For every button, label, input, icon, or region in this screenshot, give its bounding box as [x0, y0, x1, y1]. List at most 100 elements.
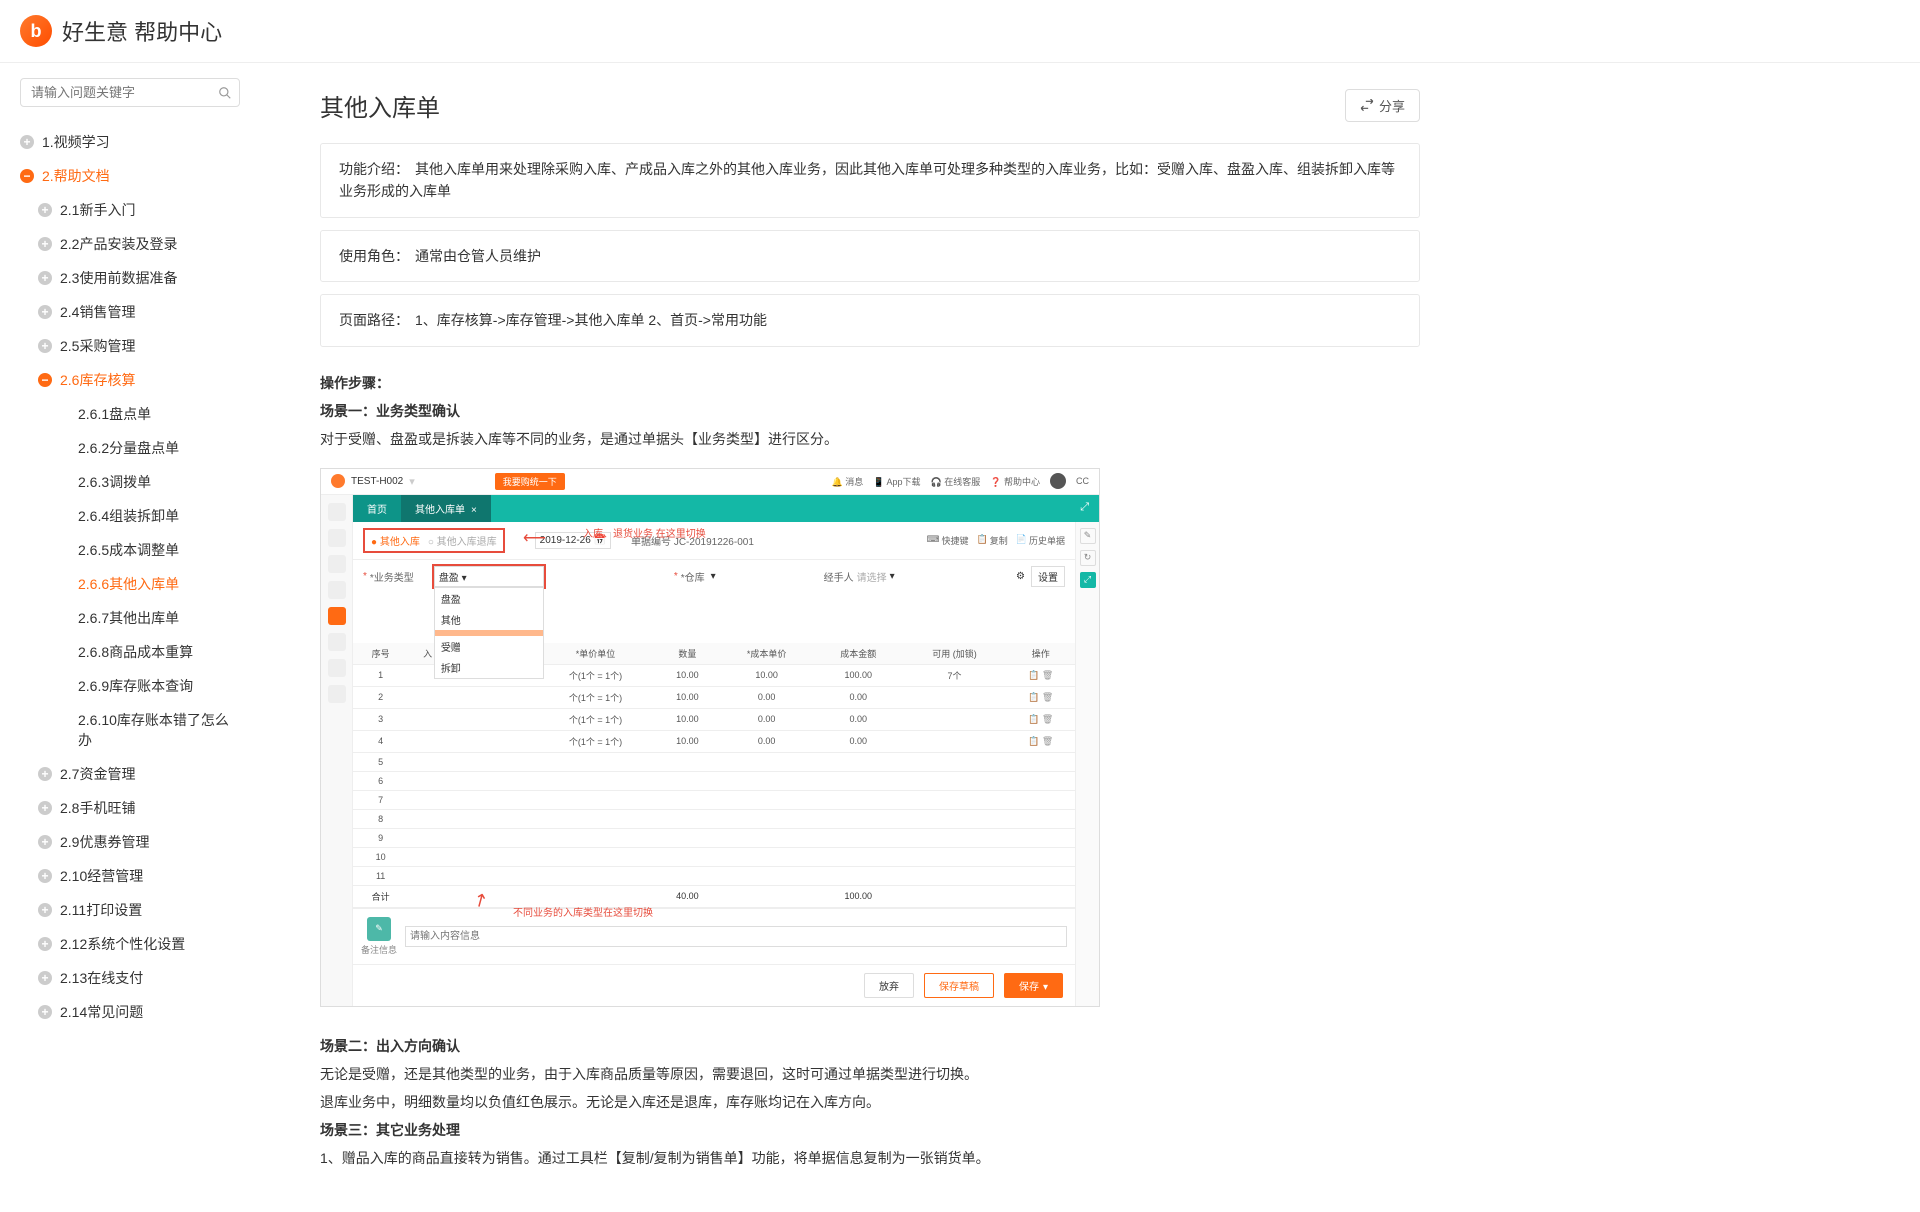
nav-2-6[interactable]: −2.6库存核算: [20, 363, 240, 397]
nav-2-7[interactable]: +2.7资金管理: [20, 757, 240, 791]
plus-icon: +: [38, 937, 52, 951]
nav-2-6-9[interactable]: 2.6.9库存账本查询: [20, 669, 240, 703]
avatar-icon: [1050, 473, 1066, 489]
nav-2-3[interactable]: +2.3使用前数据准备: [20, 261, 240, 295]
nav-2-12[interactable]: +2.12系统个性化设置: [20, 927, 240, 961]
ss-nav-icon: [328, 503, 346, 521]
share-icon: [1360, 99, 1374, 113]
ss-tab-home: 首页: [353, 495, 401, 522]
nav-2-6-5[interactable]: 2.6.5成本调整单: [20, 533, 240, 567]
plus-icon: +: [38, 305, 52, 319]
title-row: 其他入库单 分享: [320, 88, 1420, 123]
ss-toolbar: ● 其他入库 ○ 其他入库退库 ⟵ 2019-12-26 📅 入库、退货业务 在…: [353, 522, 1075, 560]
ss-footer: 放弃 保存草稿 保存: [353, 964, 1075, 1006]
nav-2-14[interactable]: +2.14常见问题: [20, 995, 240, 1029]
ss-table: 序号 入 规格型号 *单价单位 数量 *成本单价 成本金额 可用 (加锁) 操作: [353, 643, 1075, 908]
nav-2-10[interactable]: +2.10经营管理: [20, 859, 240, 893]
ss-note-input: [405, 926, 1067, 947]
nav-2-6-10[interactable]: 2.6.10库存账本错了怎么办: [20, 703, 240, 757]
ss-left-nav: [321, 495, 353, 1006]
ss-dropdown: 盘盈 ▾ 盘盈 其他 受赠 拆卸: [432, 564, 546, 589]
search-input[interactable]: [20, 78, 240, 107]
logo-icon: b: [20, 15, 52, 47]
nav-2-6-7[interactable]: 2.6.7其他出库单: [20, 601, 240, 635]
main-content: 其他入库单 分享 功能介绍：其他入库单用来处理除采购入库、产成品入库之外的其他入…: [260, 63, 1460, 1212]
note-tag-icon: ✎: [367, 917, 391, 941]
ss-annotation-1: 入库、退货业务 在这里切换: [583, 525, 706, 540]
sidebar: +1.视频学习 −2.帮助文档 +2.1新手入门 +2.2产品安装及登录 +2.…: [0, 63, 260, 1212]
ss-badge: 我要购统一下: [495, 473, 565, 490]
rail-icon: ⤢: [1080, 572, 1096, 588]
ss-right-rail: ✎ ↻ ⤢: [1075, 522, 1099, 1006]
plus-icon: +: [20, 135, 34, 149]
nav-help-docs[interactable]: −2.帮助文档: [20, 159, 240, 193]
nav-2-1[interactable]: +2.1新手入门: [20, 193, 240, 227]
rail-icon: ↻: [1080, 550, 1096, 566]
ops-section: 操作步骤： 场景一：业务类型确认 对于受赠、盘盈或是拆装入库等不同的业务，是通过…: [320, 369, 1420, 453]
ss-nav-icon: [328, 555, 346, 573]
ss-nav-icon: [328, 685, 346, 703]
annotation-arrow-icon: ⟵: [523, 528, 546, 548]
nav-2-6-4[interactable]: 2.6.4组装拆卸单: [20, 499, 240, 533]
ss-topbar: TEST-H002 ▾ 我要购统一下 🔔 消息 📱 App下载 🎧 在线客服 ❓…: [321, 469, 1099, 495]
plus-icon: +: [38, 203, 52, 217]
gear-icon: ⚙: [1016, 571, 1025, 582]
ss-nav-icon: [328, 581, 346, 599]
rail-icon: ✎: [1080, 528, 1096, 544]
ss-note-row: ✎ 备注信息: [353, 908, 1075, 964]
scene-2: 场景二：出入方向确认 无论是受赠，还是其他类型的业务，由于入库商品质量等原因，需…: [320, 1032, 1420, 1172]
nav-2-6-1[interactable]: 2.6.1盘点单: [20, 397, 240, 431]
app-header: b 好生意 帮助中心: [0, 0, 1920, 63]
nav-2-4[interactable]: +2.4销售管理: [20, 295, 240, 329]
plus-icon: +: [38, 971, 52, 985]
nav-2-6-6[interactable]: 2.6.6其他入库单: [20, 567, 240, 601]
plus-icon: +: [38, 767, 52, 781]
ss-logo-icon: [331, 474, 345, 488]
ss-discard-btn: 放弃: [864, 973, 914, 998]
minus-icon: −: [38, 373, 52, 387]
nav-2-6-8[interactable]: 2.6.8商品成本重算: [20, 635, 240, 669]
ss-tabs: 首页 其他入库单× ⤢: [353, 495, 1099, 522]
ss-tab-form: 其他入库单×: [401, 495, 491, 522]
nav-2-5[interactable]: +2.5采购管理: [20, 329, 240, 363]
path-box: 页面路径：1、库存核算->库存管理->其他入库单 2、首页->常用功能: [320, 294, 1420, 346]
share-button[interactable]: 分享: [1345, 89, 1420, 122]
ss-nav-icon: [328, 633, 346, 651]
minus-icon: −: [20, 169, 34, 183]
ss-draft-btn: 保存草稿: [924, 973, 994, 998]
dropdown-icon: ▾: [409, 475, 415, 488]
plus-icon: +: [38, 801, 52, 815]
close-icon: ×: [471, 505, 477, 516]
nav-2-9[interactable]: +2.9优惠券管理: [20, 825, 240, 859]
nav-2-8[interactable]: +2.8手机旺铺: [20, 791, 240, 825]
plus-icon: +: [38, 271, 52, 285]
nav-2-6-2[interactable]: 2.6.2分量盘点单: [20, 431, 240, 465]
plus-icon: +: [38, 1005, 52, 1019]
expand-icon: ⤢: [1070, 495, 1099, 522]
plus-icon: +: [38, 869, 52, 883]
page-title: 其他入库单: [320, 88, 440, 123]
search-box: [20, 78, 240, 107]
ss-nav-icon: [328, 529, 346, 547]
plus-icon: +: [38, 903, 52, 917]
ss-nav-icon-active: [328, 607, 346, 625]
role-box: 使用角色：通常由仓管人员维护: [320, 230, 1420, 282]
plus-icon: +: [38, 339, 52, 353]
ss-setting-btn: 设置: [1031, 566, 1065, 587]
intro-box: 功能介绍：其他入库单用来处理除采购入库、产成品入库之外的其他入库业务，因此其他入…: [320, 143, 1420, 218]
ss-annotation-2: 不同业务的入库类型在这里切换: [513, 904, 653, 919]
ss-save-btn: 保存: [1004, 973, 1063, 998]
nav-2-13[interactable]: +2.13在线支付: [20, 961, 240, 995]
nav-video-learning[interactable]: +1.视频学习: [20, 125, 240, 159]
search-icon[interactable]: [218, 86, 232, 100]
plus-icon: +: [38, 835, 52, 849]
ss-top-links: 🔔 消息 📱 App下载 🎧 在线客服 ❓ 帮助中心 CC: [832, 473, 1089, 489]
screenshot-1: TEST-H002 ▾ 我要购统一下 🔔 消息 📱 App下载 🎧 在线客服 ❓…: [320, 468, 1100, 1007]
plus-icon: +: [38, 237, 52, 251]
nav-2-11[interactable]: +2.11打印设置: [20, 893, 240, 927]
app-title: 好生意 帮助中心: [62, 15, 222, 47]
nav-2-6-3[interactable]: 2.6.3调拨单: [20, 465, 240, 499]
nav-2-2[interactable]: +2.2产品安装及登录: [20, 227, 240, 261]
ss-nav-icon: [328, 659, 346, 677]
ss-form-row: **业务类型 盘盈 ▾ 盘盈 其他 受赠 拆卸: [353, 560, 1075, 593]
